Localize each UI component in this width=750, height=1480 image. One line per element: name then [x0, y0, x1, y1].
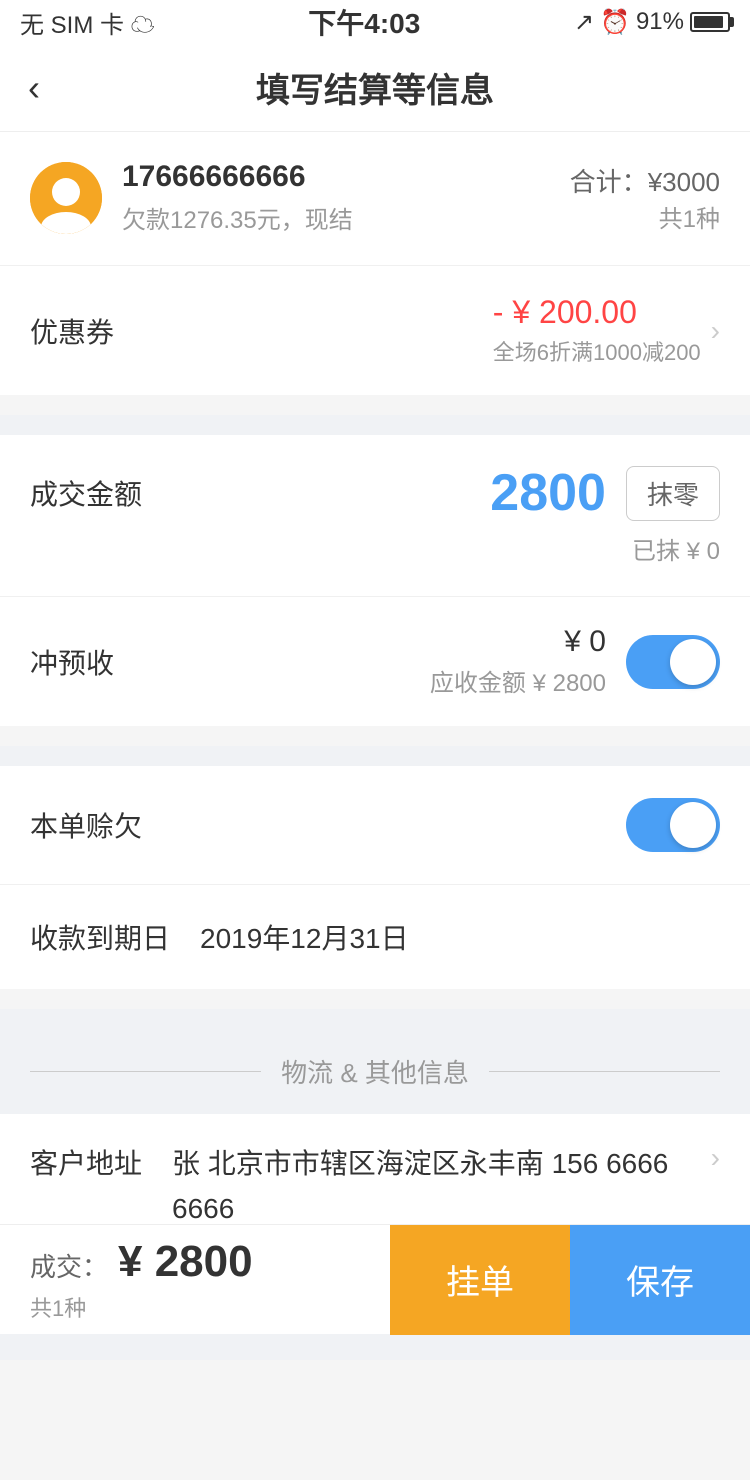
- deal-row: 成交金额 2800 抹零: [30, 463, 720, 523]
- user-card: 17666666666 欠款1276.35元，现结 合计：¥3000 共1种 优…: [0, 132, 750, 395]
- logistics-header: 物流 & 其他信息: [0, 1029, 750, 1114]
- deal-sub: 已抹 ¥ 0: [30, 531, 720, 566]
- section-divider-2: [0, 746, 750, 766]
- duedate-value: 2019年12月31日: [200, 917, 409, 957]
- status-left: 无 SIM 卡 ☁: [20, 5, 155, 40]
- user-right: 合计：¥3000 共1种: [570, 162, 720, 234]
- avatar: [30, 162, 102, 234]
- section-divider-1: [0, 415, 750, 435]
- nav-bar: ‹ 填写结算等信息: [0, 44, 750, 132]
- sim-label: 无 SIM 卡 ☁: [20, 5, 155, 40]
- status-bar: 无 SIM 卡 ☁ 下午4:03 ↗ ⏰ 91%: [0, 0, 750, 44]
- direction-icon: ↗: [574, 8, 594, 37]
- section-divider-3: [0, 1009, 750, 1029]
- deal-amount: 2800: [490, 463, 606, 523]
- duedate-label: 收款到期日: [30, 917, 170, 957]
- user-info: 17666666666 欠款1276.35元，现结: [122, 160, 353, 235]
- coupon-right: - ¥ 200.00 全场6折满1000减200 ›: [493, 294, 720, 367]
- footer-info: 成交： ¥ 2800 共1种: [0, 1237, 390, 1323]
- duedate-row: 收款到期日 2019年12月31日: [0, 884, 750, 989]
- user-left: 17666666666 欠款1276.35元，现结: [30, 160, 353, 235]
- debt-card: 本单赊欠 收款到期日 2019年12月31日: [0, 766, 750, 989]
- save-button[interactable]: 保存: [570, 1225, 750, 1335]
- advance-toggle[interactable]: [626, 635, 720, 689]
- coupon-chevron-icon: ›: [711, 315, 720, 347]
- page-title: 填写结算等信息: [256, 63, 494, 112]
- debt-toggle[interactable]: [626, 798, 720, 852]
- status-right: ↗ ⏰ 91%: [574, 8, 730, 37]
- coupon-label: 优惠券: [30, 311, 114, 351]
- hang-button[interactable]: 挂单: [390, 1225, 570, 1335]
- coupon-discount: - ¥ 200.00: [493, 294, 701, 331]
- logistics-line-right: [489, 1071, 720, 1072]
- advance-values: ¥ 0 应收金额 ¥ 2800: [430, 625, 606, 698]
- coupon-desc: 全场6折满1000减200: [493, 335, 701, 367]
- coupon-row[interactable]: 优惠券 - ¥ 200.00 全场6折满1000减200 ›: [0, 265, 750, 395]
- advance-right: ¥ 0 应收金额 ¥ 2800: [430, 625, 720, 698]
- round-button[interactable]: 抹零: [626, 466, 720, 521]
- address-value: 张 北京市市辖区海淀区永丰南 156 6666 6666: [172, 1142, 701, 1232]
- advance-label: 冲预收: [30, 642, 114, 682]
- advance-row: 冲预收 ¥ 0 应收金额 ¥ 2800: [0, 596, 750, 726]
- total-label: 合计：¥3000: [570, 162, 720, 199]
- deal-right: 2800 抹零: [490, 463, 720, 523]
- total-count: 共1种: [570, 199, 720, 234]
- deal-card: 成交金额 2800 抹零 已抹 ¥ 0 冲预收 ¥ 0 应收金额 ¥ 2800: [0, 435, 750, 726]
- debt-row: 本单赊欠: [0, 766, 750, 884]
- deal-amount-row: 成交金额 2800 抹零 已抹 ¥ 0: [0, 435, 750, 594]
- alarm-icon: ⏰: [600, 8, 630, 37]
- footer-deal-label: 成交：: [30, 1247, 108, 1284]
- user-row: 17666666666 欠款1276.35元，现结 合计：¥3000 共1种: [0, 132, 750, 263]
- user-phone: 17666666666: [122, 160, 353, 194]
- back-button[interactable]: ‹: [28, 67, 40, 109]
- advance-amount: ¥ 0: [430, 625, 606, 659]
- address-chevron-icon: ›: [711, 1142, 720, 1174]
- footer-deal-amount: ¥ 2800: [118, 1237, 253, 1287]
- deal-label: 成交金额: [30, 473, 142, 513]
- footer-deal: 成交： ¥ 2800: [30, 1237, 360, 1287]
- logistics-title: 物流 & 其他信息: [281, 1053, 469, 1090]
- battery-icon: [690, 12, 730, 32]
- user-sub: 欠款1276.35元，现结: [122, 200, 353, 235]
- advance-receivable: 应收金额 ¥ 2800: [430, 663, 606, 698]
- address-label: 客户地址: [30, 1142, 142, 1182]
- footer: 成交： ¥ 2800 共1种 挂单 保存: [0, 1224, 750, 1334]
- debt-label: 本单赊欠: [30, 805, 142, 845]
- battery-percent: 91%: [636, 8, 684, 36]
- status-time: 下午4:03: [308, 2, 420, 42]
- footer-deal-count: 共1种: [30, 1291, 360, 1323]
- logistics-line-left: [30, 1071, 261, 1072]
